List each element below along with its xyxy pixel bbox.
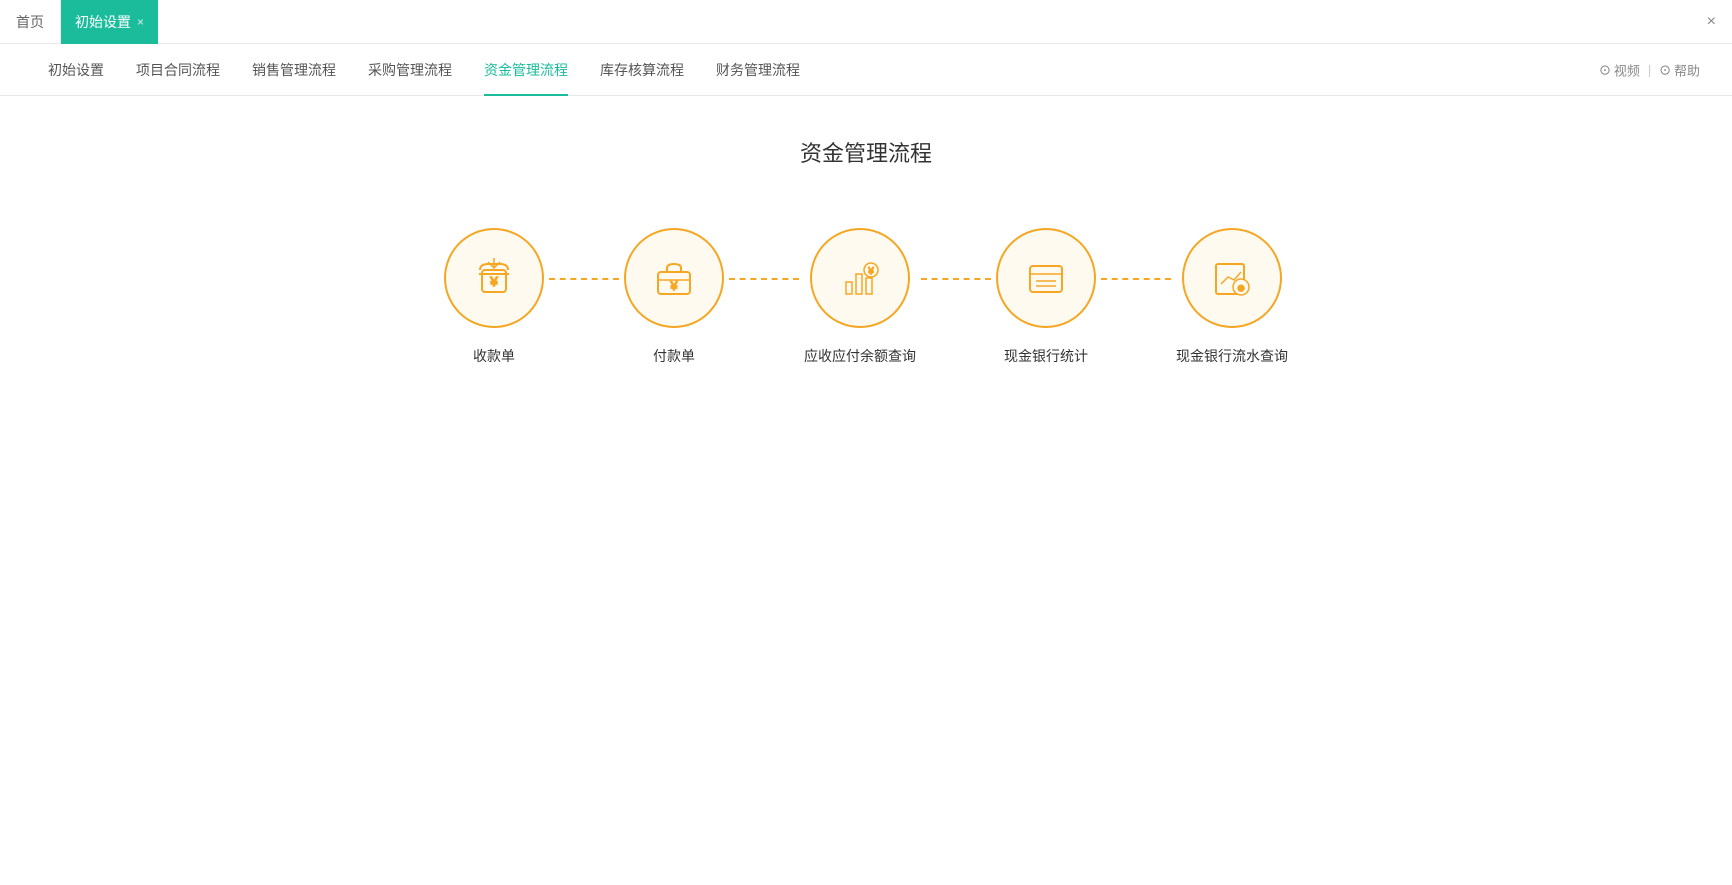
page-title: 资金管理流程 — [800, 136, 932, 168]
nav-label: 初始设置 — [48, 60, 104, 80]
flow-arrow-3 — [916, 278, 996, 298]
nav-label: 财务管理流程 — [716, 60, 800, 80]
flow-item-payment[interactable]: ¥ 付款单 — [624, 228, 724, 366]
dotted-line-1 — [549, 278, 619, 280]
nav-label: 采购管理流程 — [368, 60, 452, 80]
nav-label: 资金管理流程 — [484, 60, 568, 80]
top-bar-right: × — [1707, 13, 1716, 31]
svg-text:¥: ¥ — [867, 266, 874, 276]
dotted-line-4 — [1101, 278, 1171, 280]
flow-label-payment: 付款单 — [653, 346, 695, 366]
flow-circle-bank-flow: ⊕ — [1182, 228, 1282, 328]
flow-arrow-1 — [544, 278, 624, 298]
nav-bar: 初始设置 项目合同流程 销售管理流程 采购管理流程 资金管理流程 库存核算流程 … — [0, 44, 1732, 96]
active-tab-label: 初始设置 — [75, 12, 131, 32]
flow-item-bank-stats[interactable]: 现金银行统计 — [996, 228, 1096, 366]
flow-arrow-2 — [724, 278, 804, 298]
nav-label: 库存核算流程 — [600, 60, 684, 80]
nav-label: 销售管理流程 — [252, 60, 336, 80]
flow-item-balance[interactable]: ¥ 应收应付余额查询 — [804, 228, 916, 366]
dotted-line-2 — [729, 278, 799, 280]
flow-container: ¥ 收款单 ¥ — [444, 228, 1288, 366]
help-label: 帮助 — [1674, 60, 1700, 79]
help-circle-icon: ⊙ — [1659, 61, 1671, 78]
nav-right-actions: ⊙ 视频 | ⊙ 帮助 — [1599, 60, 1700, 79]
flow-label-balance: 应收应付余额查询 — [804, 346, 916, 366]
nav-item-purchase[interactable]: 采购管理流程 — [352, 44, 468, 96]
dotted-line-3 — [921, 278, 991, 280]
home-label: 首页 — [16, 12, 44, 32]
svg-text:⊕: ⊕ — [1237, 283, 1245, 293]
flow-label-bank-stats: 现金银行统计 — [1004, 346, 1088, 366]
flow-item-receipt[interactable]: ¥ 收款单 — [444, 228, 544, 366]
flow-label-receipt: 收款单 — [473, 346, 515, 366]
balance-query-icon: ¥ — [836, 254, 884, 302]
play-circle-icon: ⊙ — [1599, 61, 1611, 78]
nav-item-finance[interactable]: 财务管理流程 — [700, 44, 816, 96]
video-label: 视频 — [1614, 60, 1640, 79]
help-link[interactable]: ⊙ 帮助 — [1659, 60, 1700, 79]
bank-stats-icon — [1022, 254, 1070, 302]
flow-label-bank-flow: 现金银行流水查询 — [1176, 346, 1288, 366]
flow-item-bank-flow[interactable]: ⊕ 现金银行流水查询 — [1176, 228, 1288, 366]
flow-circle-receipt: ¥ — [444, 228, 544, 328]
nav-divider: | — [1648, 62, 1651, 77]
nav-label: 项目合同流程 — [136, 60, 220, 80]
receipt-yen-icon: ¥ — [470, 254, 518, 302]
home-tab[interactable]: 首页 — [0, 0, 61, 44]
flow-circle-bank-stats — [996, 228, 1096, 328]
flow-circle-payment: ¥ — [624, 228, 724, 328]
top-bar: 首页 初始设置 × × — [0, 0, 1732, 44]
svg-text:¥: ¥ — [489, 274, 498, 289]
nav-item-capital[interactable]: 资金管理流程 — [468, 44, 584, 96]
bank-flow-icon: ⊕ — [1208, 254, 1256, 302]
active-tab[interactable]: 初始设置 × — [61, 0, 158, 44]
nav-item-sales[interactable]: 销售管理流程 — [236, 44, 352, 96]
flow-circle-balance: ¥ — [810, 228, 910, 328]
nav-item-project-contract[interactable]: 项目合同流程 — [120, 44, 236, 96]
svg-text:¥: ¥ — [670, 279, 678, 293]
flow-arrow-4 — [1096, 278, 1176, 298]
payment-yen-icon: ¥ — [650, 254, 698, 302]
window-close-button[interactable]: × — [1707, 13, 1716, 31]
close-tab-button[interactable]: × — [137, 15, 144, 29]
main-content: 资金管理流程 ¥ 收款单 — [0, 96, 1732, 406]
video-link[interactable]: ⊙ 视频 — [1599, 60, 1640, 79]
nav-item-initial-setup[interactable]: 初始设置 — [32, 44, 120, 96]
nav-item-inventory[interactable]: 库存核算流程 — [584, 44, 700, 96]
